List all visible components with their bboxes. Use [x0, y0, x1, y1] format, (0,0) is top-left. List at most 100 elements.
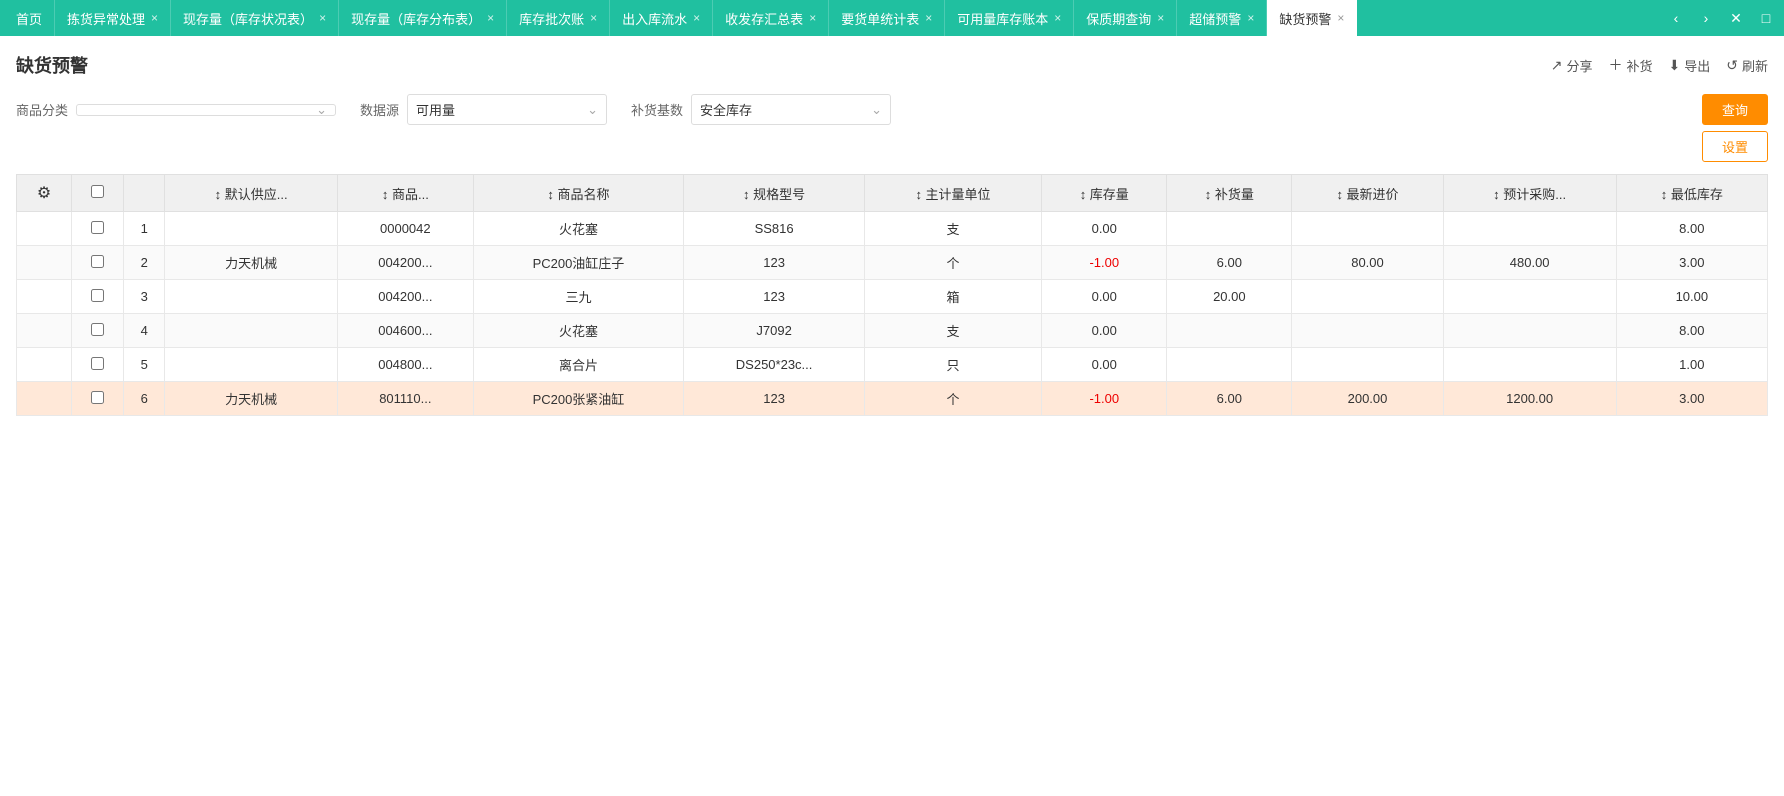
gear-icon[interactable]: ⚙ [37, 185, 51, 202]
col-header-spec[interactable]: ↕ 规格型号 [684, 175, 864, 212]
cell-unit: 个 [864, 382, 1041, 416]
replenish-label: 补货 [1626, 56, 1652, 75]
tab-close-overstock[interactable]: × [1247, 11, 1254, 25]
tab-next-button[interactable]: › [1692, 4, 1720, 32]
cell-goods_code: 004200... [338, 280, 473, 314]
tab-exception[interactable]: 拣货异常处理× [55, 0, 171, 36]
col-sort-stock[interactable]: ↕ 库存量 [1080, 184, 1129, 203]
col-sort-default_supplier[interactable]: ↕ 默认供应... [215, 184, 288, 203]
cell-spec: 123 [684, 382, 864, 416]
cell-checkbox[interactable] [72, 246, 124, 280]
tab-shortage[interactable]: 缺货预警× [1267, 0, 1357, 36]
tab-close-exception[interactable]: × [151, 11, 158, 25]
cell-default_supplier: 力天机械 [165, 246, 338, 280]
col-sort-goods_name[interactable]: ↕ 商品名称 [547, 184, 609, 203]
col-header-replenish_qty[interactable]: ↕ 补货量 [1167, 175, 1292, 212]
cell-gear [17, 246, 72, 280]
row-checkbox[interactable] [91, 221, 104, 234]
tab-expiry[interactable]: 保质期查询× [1074, 0, 1177, 36]
col-label-spec: ↕ 规格型号 [743, 184, 805, 203]
col-sort-goods_code[interactable]: ↕ 商品... [382, 184, 429, 203]
col-label-min_stock: ↕ 最低库存 [1661, 184, 1723, 203]
tab-close-shortage[interactable]: × [1337, 11, 1344, 25]
tab-available-ledger[interactable]: 可用量库存账本× [945, 0, 1074, 36]
tab-close-collect[interactable]: × [809, 11, 816, 25]
select-all-checkbox[interactable] [91, 185, 104, 198]
tab-inventory-dist[interactable]: 现存量（库存分布表） × [339, 0, 507, 36]
replenish-action[interactable]: ＋补货 [1608, 55, 1652, 75]
tab-overstock[interactable]: 超储预警× [1177, 0, 1267, 36]
refresh-icon: ↺ [1726, 57, 1738, 74]
filter-category-label: 商品分类 [16, 100, 68, 119]
query-button[interactable]: 查询 [1702, 94, 1768, 125]
tab-close-all-button[interactable]: ✕ [1722, 4, 1750, 32]
row-checkbox[interactable] [91, 323, 104, 336]
row-checkbox[interactable] [91, 391, 104, 404]
refresh-label: 刷新 [1742, 56, 1768, 75]
filter-replenish-value: 安全库存 [700, 100, 752, 119]
filter-datasource-select[interactable]: 可用量 ⌄ [407, 94, 607, 125]
col-header-unit[interactable]: ↕ 主计量单位 [864, 175, 1041, 212]
row-checkbox[interactable] [91, 357, 104, 370]
cell-spec: 123 [684, 246, 864, 280]
cell-checkbox[interactable] [72, 212, 124, 246]
tab-flow[interactable]: 出入库流水× [610, 0, 713, 36]
cell-row_num: 6 [124, 382, 165, 416]
tab-close-requisition[interactable]: × [925, 11, 932, 25]
cell-estimated_purchase [1443, 212, 1616, 246]
filter-category-select[interactable]: ⌄ [76, 104, 336, 116]
col-header-stock[interactable]: ↕ 库存量 [1042, 175, 1167, 212]
col-header-latest_price[interactable]: ↕ 最新进价 [1292, 175, 1443, 212]
share-action[interactable]: ↗分享 [1551, 56, 1593, 75]
cell-checkbox[interactable] [72, 348, 124, 382]
cell-checkbox[interactable] [72, 382, 124, 416]
cell-row_num: 2 [124, 246, 165, 280]
refresh-action[interactable]: ↺刷新 [1726, 56, 1768, 75]
cell-unit: 只 [864, 348, 1041, 382]
tab-requisition[interactable]: 要货单统计表× [829, 0, 945, 36]
cell-stock: -1.00 [1042, 246, 1167, 280]
export-action[interactable]: ⬇导出 [1669, 56, 1711, 75]
col-header-estimated_purchase[interactable]: ↕ 预计采购... [1443, 175, 1616, 212]
cell-stock: 0.00 [1042, 348, 1167, 382]
cell-latest_price [1292, 314, 1443, 348]
col-sort-min_stock[interactable]: ↕ 最低库存 [1661, 184, 1723, 203]
col-header-goods_name[interactable]: ↕ 商品名称 [473, 175, 684, 212]
col-header-goods_code[interactable]: ↕ 商品... [338, 175, 473, 212]
col-sort-latest_price[interactable]: ↕ 最新进价 [1336, 184, 1398, 203]
replenish-icon: ＋ [1608, 55, 1622, 75]
tab-close-inventory-status[interactable]: × [319, 11, 326, 25]
cell-latest_price: 80.00 [1292, 246, 1443, 280]
tab-close-flow[interactable]: × [693, 11, 700, 25]
cell-stock: -1.00 [1042, 382, 1167, 416]
col-header-min_stock[interactable]: ↕ 最低库存 [1616, 175, 1767, 212]
export-icon: ⬇ [1669, 57, 1681, 74]
col-sort-unit[interactable]: ↕ 主计量单位 [915, 184, 990, 203]
tab-inventory-status[interactable]: 现存量（库存状况表）× [171, 0, 339, 36]
filter-row: 商品分类 ⌄ 数据源 可用量 ⌄ 补货基数 [16, 94, 1690, 125]
col-sort-spec[interactable]: ↕ 规格型号 [743, 184, 805, 203]
tab-close-batch-account[interactable]: × [590, 11, 597, 25]
tab-close-inventory-dist[interactable]: × [487, 11, 494, 25]
col-header-checkbox [72, 175, 124, 212]
tab-home[interactable]: 首页 [4, 0, 55, 36]
row-checkbox[interactable] [91, 255, 104, 268]
tab-close-available-ledger[interactable]: × [1054, 11, 1061, 25]
cell-checkbox[interactable] [72, 314, 124, 348]
tab-batch-account[interactable]: 库存批次账× [507, 0, 610, 36]
tab-collect[interactable]: 收发存汇总表× [713, 0, 829, 36]
col-sort-estimated_purchase[interactable]: ↕ 预计采购... [1493, 184, 1566, 203]
filter-replenish-select[interactable]: 安全库存 ⌄ [691, 94, 891, 125]
settings-button[interactable]: 设置 [1702, 131, 1768, 162]
col-header-default_supplier[interactable]: ↕ 默认供应... [165, 175, 338, 212]
page-header: 缺货预警 ↗分享＋补货⬇导出↺刷新 [16, 52, 1768, 78]
tab-close-expiry[interactable]: × [1157, 11, 1164, 25]
tab-prev-button[interactable]: ‹ [1662, 4, 1690, 32]
col-sort-replenish_qty[interactable]: ↕ 补货量 [1205, 184, 1254, 203]
cell-min_stock: 1.00 [1616, 348, 1767, 382]
tab-fullscreen-button[interactable]: □ [1752, 4, 1780, 32]
tab-label-inventory-dist: 现存量（库存分布表） [351, 9, 481, 28]
cell-checkbox[interactable] [72, 280, 124, 314]
row-checkbox[interactable] [91, 289, 104, 302]
cell-spec: SS816 [684, 212, 864, 246]
